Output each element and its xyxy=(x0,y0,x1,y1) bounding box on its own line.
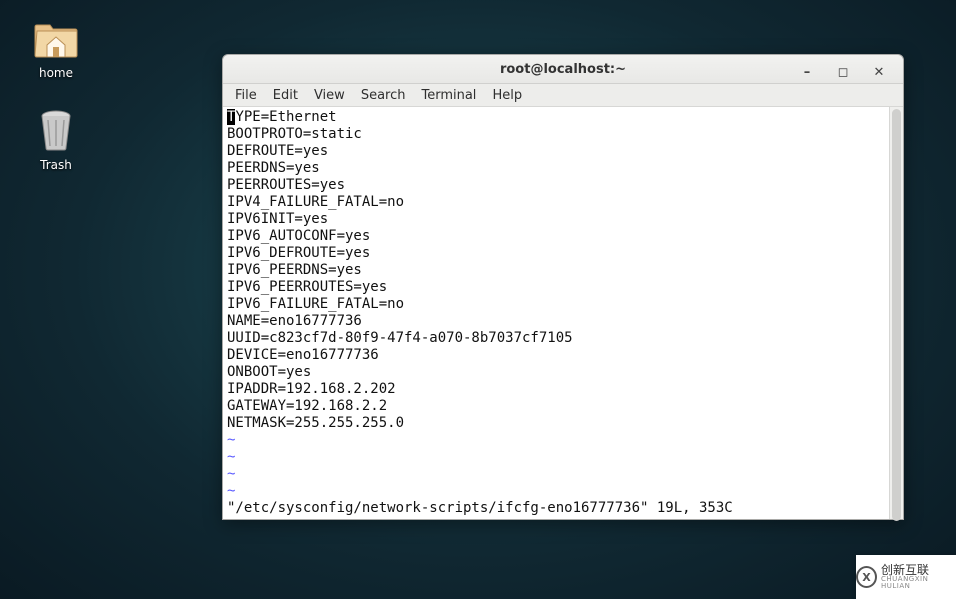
minimize-icon: – xyxy=(804,65,811,80)
menu-file[interactable]: File xyxy=(227,84,265,106)
menu-help[interactable]: Help xyxy=(484,84,530,106)
terminal-line: NETMASK=255.255.255.0 xyxy=(227,415,885,432)
terminal-line: GATEWAY=192.168.2.2 xyxy=(227,398,885,415)
desktop-icon-trash[interactable]: Trash xyxy=(24,106,88,172)
terminal-line: IPV6_PEERDNS=yes xyxy=(227,262,885,279)
terminal-output[interactable]: TYPE=EthernetBOOTPROTO=staticDEFROUTE=ye… xyxy=(223,107,889,519)
trash-icon xyxy=(32,106,80,154)
terminal-window: root@localhost:~ – ◻ ✕ File Edit View Se… xyxy=(222,54,904,520)
desktop-icon-label: home xyxy=(39,66,73,80)
terminal-line: IPADDR=192.168.2.202 xyxy=(227,381,885,398)
terminal-line: IPV6_FAILURE_FATAL=no xyxy=(227,296,885,313)
terminal-line: PEERROUTES=yes xyxy=(227,177,885,194)
vim-tilde-line: ~ xyxy=(227,483,885,500)
watermark-logo-icon: X xyxy=(856,566,877,588)
terminal-line: DEFROUTE=yes xyxy=(227,143,885,160)
menu-edit[interactable]: Edit xyxy=(265,84,306,106)
vim-status-line: "/etc/sysconfig/network-scripts/ifcfg-en… xyxy=(227,500,885,517)
terminal-line: DEVICE=eno16777736 xyxy=(227,347,885,364)
watermark: X 创新互联 CHUANGXIN HULIAN xyxy=(856,555,956,599)
terminal-line: PEERDNS=yes xyxy=(227,160,885,177)
terminal-line: NAME=eno16777736 xyxy=(227,313,885,330)
maximize-icon: ◻ xyxy=(838,65,849,80)
desktop-icon-home[interactable]: home xyxy=(24,14,88,80)
close-button[interactable]: ✕ xyxy=(861,58,897,86)
terminal-line: BOOTPROTO=static xyxy=(227,126,885,143)
menu-terminal[interactable]: Terminal xyxy=(413,84,484,106)
terminal-line: UUID=c823cf7d-80f9-47f4-a070-8b7037cf710… xyxy=(227,330,885,347)
window-titlebar[interactable]: root@localhost:~ – ◻ ✕ xyxy=(223,55,903,84)
menu-view[interactable]: View xyxy=(306,84,353,106)
terminal-scrollbar[interactable] xyxy=(889,107,903,519)
close-icon: ✕ xyxy=(874,65,885,80)
desktop-icons: home Trash xyxy=(24,14,88,172)
home-folder-icon xyxy=(32,14,80,62)
vim-tilde-line: ~ xyxy=(227,466,885,483)
terminal-line: ONBOOT=yes xyxy=(227,364,885,381)
maximize-button[interactable]: ◻ xyxy=(825,58,861,86)
terminal-line: IPV6_AUTOCONF=yes xyxy=(227,228,885,245)
terminal-line: IPV4_FAILURE_FATAL=no xyxy=(227,194,885,211)
terminal-line: YPE=Ethernet xyxy=(235,109,336,125)
terminal-line: IPV6INIT=yes xyxy=(227,211,885,228)
scrollbar-thumb[interactable] xyxy=(892,109,901,521)
vim-tilde-line: ~ xyxy=(227,432,885,449)
vim-tilde-line: ~ xyxy=(227,449,885,466)
desktop: home Trash root@localhost:~ – ◻ ✕ xyxy=(0,0,956,599)
window-title: root@localhost:~ xyxy=(500,62,626,77)
menu-search[interactable]: Search xyxy=(353,84,414,106)
terminal-line: IPV6_DEFROUTE=yes xyxy=(227,245,885,262)
terminal-wrap: TYPE=EthernetBOOTPROTO=staticDEFROUTE=ye… xyxy=(223,107,903,519)
minimize-button[interactable]: – xyxy=(789,58,825,86)
terminal-line: IPV6_PEERROUTES=yes xyxy=(227,279,885,296)
window-controls: – ◻ ✕ xyxy=(789,55,897,89)
desktop-icon-label: Trash xyxy=(40,158,72,172)
watermark-sub: CHUANGXIN HULIAN xyxy=(881,576,956,590)
